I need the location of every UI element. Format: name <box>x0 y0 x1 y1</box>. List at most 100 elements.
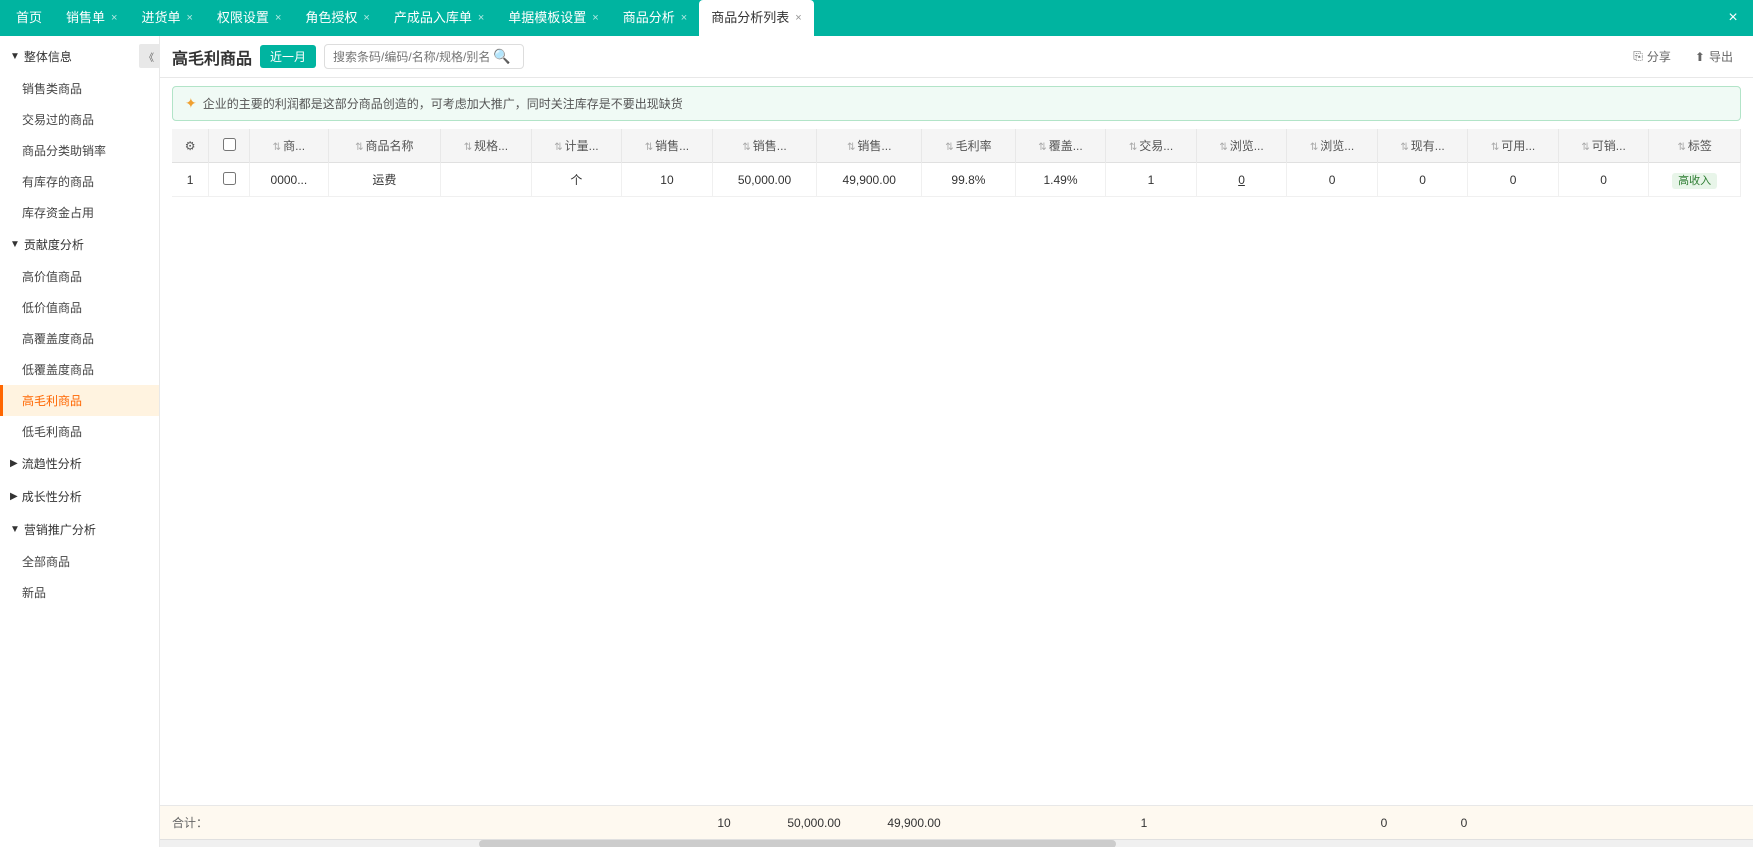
col-header-16[interactable]: ⇅可销... <box>1558 129 1649 163</box>
sidebar-item-低价值商品[interactable]: 低价值商品 <box>0 292 159 323</box>
nav-item-角色授权[interactable]: 角色授权× <box>293 0 381 36</box>
sidebar-item-交易过的商品[interactable]: 交易过的商品 <box>0 104 159 135</box>
table-cell: 运费 <box>328 163 441 197</box>
sidebar-item-高覆盖度商品[interactable]: 高覆盖度商品 <box>0 323 159 354</box>
sidebar-item-库存资金占用[interactable]: 库存资金占用 <box>0 197 159 228</box>
sort-icon-17[interactable]: ⇅ <box>1677 142 1685 153</box>
search-icon[interactable]: 🔍 <box>493 48 510 65</box>
footer-cell-4 <box>604 816 684 830</box>
sort-icon-13[interactable]: ⇅ <box>1310 142 1318 153</box>
col-header-4[interactable]: ⇅规格... <box>441 129 532 163</box>
sidebar-item-商品分类助销率[interactable]: 商品分类助销率 <box>0 135 159 166</box>
nav-item-单据模板设置[interactable]: 单据模板设置× <box>496 0 610 36</box>
col-header-9[interactable]: ⇅毛利率 <box>922 129 1016 163</box>
sidebar-toggle-button[interactable]: 《 <box>139 44 159 68</box>
select-all-checkbox[interactable] <box>223 138 236 151</box>
row-checkbox[interactable] <box>223 172 236 185</box>
nav-close-icon[interactable]: × <box>795 0 801 36</box>
browse-count1[interactable]: 0 <box>1238 173 1245 187</box>
col-header-15[interactable]: ⇅可用... <box>1468 129 1559 163</box>
col-header-6[interactable]: ⇅销售... <box>622 129 713 163</box>
sidebar-section-流趋性分析[interactable]: ▶流趋性分析 <box>0 447 159 480</box>
trade-count: 1 <box>1148 173 1155 187</box>
share-button[interactable]: ⎘ 分享 <box>1625 45 1679 68</box>
product-unit: 个 <box>570 173 582 187</box>
col-header-17[interactable]: ⇅标签 <box>1649 129 1741 163</box>
col-header-5[interactable]: ⇅计量... <box>531 129 622 163</box>
nav-item-首页[interactable]: 首页 <box>4 0 54 36</box>
col-header-3[interactable]: ⇅商品名称 <box>328 129 441 163</box>
sort-icon-14[interactable]: ⇅ <box>1400 142 1408 153</box>
col-header-7[interactable]: ⇅销售... <box>712 129 817 163</box>
horizontal-scrollbar[interactable] <box>160 839 1753 847</box>
sidebar-section-成长性分析[interactable]: ▶成长性分析 <box>0 480 159 513</box>
nav-close-icon[interactable]: × <box>275 0 281 36</box>
export-button[interactable]: ⬆ 导出 <box>1687 45 1741 68</box>
scrollbar-thumb[interactable] <box>479 840 1116 847</box>
nav-item-进货单[interactable]: 进货单× <box>129 0 204 36</box>
col-header-8[interactable]: ⇅销售... <box>817 129 922 163</box>
col-header-2[interactable]: ⇅商... <box>250 129 328 163</box>
product-tag: 高收入 <box>1672 173 1717 189</box>
sort-icon-12[interactable]: ⇅ <box>1219 142 1227 153</box>
col-header-10[interactable]: ⇅覆盖... <box>1015 129 1106 163</box>
close-all-button[interactable]: × <box>1717 2 1749 34</box>
settings-icon[interactable]: ⚙ <box>185 139 196 153</box>
sort-icon-15[interactable]: ⇅ <box>1491 142 1499 153</box>
nav-close-icon[interactable]: × <box>186 0 192 36</box>
sort-icon-10[interactable]: ⇅ <box>1038 142 1046 153</box>
sidebar-item-高价值商品[interactable]: 高价值商品 <box>0 261 159 292</box>
table-cell: 49,900.00 <box>817 163 922 197</box>
footer-cell-5: 10 <box>684 816 764 830</box>
row-number: 1 <box>187 173 194 187</box>
sidebar-item-高毛利商品[interactable]: 高毛利商品 <box>0 385 159 416</box>
nav-close-icon[interactable]: × <box>478 0 484 36</box>
sort-icon-3[interactable]: ⇅ <box>355 142 363 153</box>
info-banner: ✦ 企业的主要的利润都是这部分商品创造的，可考虑加大推广，同时关注库存是不要出现… <box>172 86 1741 121</box>
sidebar-section-贡献度分析[interactable]: ▼贡献度分析 <box>0 228 159 261</box>
col-header-14[interactable]: ⇅现有... <box>1377 129 1468 163</box>
nav-item-商品分析[interactable]: 商品分析× <box>611 0 699 36</box>
data-table: ⚙⇅商...⇅商品名称⇅规格...⇅计量...⇅销售...⇅销售...⇅销售..… <box>172 129 1741 197</box>
nav-item-商品分析列表[interactable]: 商品分析列表× <box>699 0 813 36</box>
saleable-stock: 0 <box>1600 173 1607 187</box>
sort-icon-16[interactable]: ⇅ <box>1581 142 1589 153</box>
page-title: 高毛利商品 <box>172 45 252 69</box>
sort-icon-2[interactable]: ⇅ <box>273 142 281 153</box>
footer-label: 合计： <box>172 814 224 831</box>
sort-icon-5[interactable]: ⇅ <box>554 142 562 153</box>
nav-item-产成品入库单[interactable]: 产成品入库单× <box>382 0 496 36</box>
nav-close-icon[interactable]: × <box>111 0 117 36</box>
sort-icon-9[interactable]: ⇅ <box>945 142 953 153</box>
sidebar-section-整体信息[interactable]: ▼整体信息 <box>0 40 159 73</box>
col-header-13[interactable]: ⇅浏览... <box>1287 129 1378 163</box>
table-cell: 0 <box>1377 163 1468 197</box>
sidebar-item-低毛利商品[interactable]: 低毛利商品 <box>0 416 159 447</box>
sort-icon-6[interactable]: ⇅ <box>645 142 653 153</box>
table-cell: 高收入 <box>1649 163 1741 197</box>
nav-item-权限设置[interactable]: 权限设置× <box>205 0 293 36</box>
col-header-12[interactable]: ⇅浏览... <box>1196 129 1287 163</box>
sidebar-item-销售类商品[interactable]: 销售类商品 <box>0 73 159 104</box>
nav-item-销售单[interactable]: 销售单× <box>54 0 129 36</box>
sidebar-item-新品[interactable]: 新品 <box>0 577 159 608</box>
col-header-11[interactable]: ⇅交易... <box>1106 129 1197 163</box>
sidebar-item-全部商品[interactable]: 全部商品 <box>0 546 159 577</box>
sort-icon-11[interactable]: ⇅ <box>1129 142 1137 153</box>
nav-close-icon[interactable]: × <box>681 0 687 36</box>
table-cell <box>209 163 250 197</box>
sidebar-item-有库存的商品[interactable]: 有库存的商品 <box>0 166 159 197</box>
sort-icon-4[interactable]: ⇅ <box>464 142 472 153</box>
nav-close-icon[interactable]: × <box>592 0 598 36</box>
sidebar-item-低覆盖度商品[interactable]: 低覆盖度商品 <box>0 354 159 385</box>
table-row: 10000...运费个1050,000.0049,900.0099.8%1.49… <box>172 163 1741 197</box>
section-arrow: ▶ <box>10 491 18 502</box>
filter-period-button[interactable]: 近一月 <box>260 45 316 68</box>
gross-rate: 99.8% <box>951 173 985 187</box>
sidebar-section-营销推广分析[interactable]: ▼营销推广分析 <box>0 513 159 546</box>
sort-icon-8[interactable]: ⇅ <box>847 142 855 153</box>
sort-icon-7[interactable]: ⇅ <box>742 142 750 153</box>
footer-cell-6: 50,000.00 <box>764 816 864 830</box>
search-input[interactable] <box>333 50 493 64</box>
nav-close-icon[interactable]: × <box>363 0 369 36</box>
